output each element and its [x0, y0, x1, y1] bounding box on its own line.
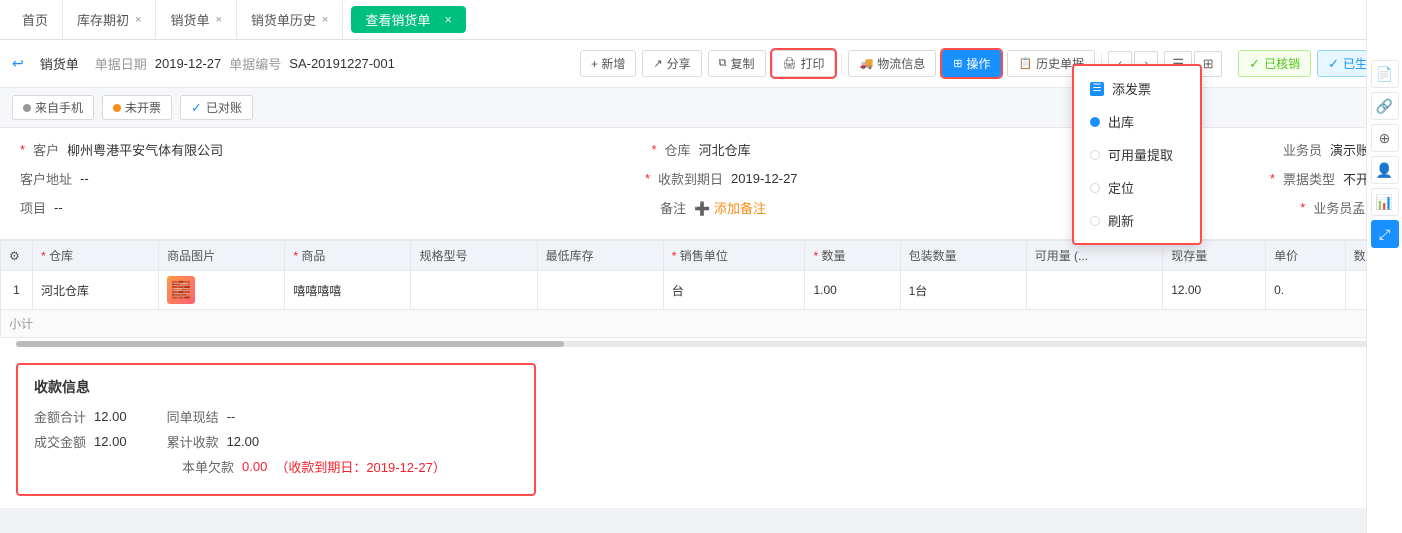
- copy-button[interactable]: ⧉ 复制: [708, 50, 766, 77]
- available-dot: [1090, 150, 1100, 160]
- right-btn-5[interactable]: 📊: [1371, 188, 1399, 216]
- logistics-button[interactable]: 🚚 物流信息: [848, 50, 936, 77]
- col-stock: 现存量: [1163, 241, 1266, 271]
- note-field: 备注 ➕ 添加备注: [660, 198, 1300, 217]
- doc-meta: 单据日期 2019-12-27 单据编号 SA-20191227-001: [95, 54, 395, 73]
- voided-status-btn[interactable]: ✓ 已核销: [1238, 50, 1311, 77]
- dropdown-locate[interactable]: 定位: [1074, 171, 1200, 204]
- warehouse-dot: [1090, 117, 1100, 127]
- add-note-btn[interactable]: ➕ 添加备注: [694, 198, 766, 217]
- row-price: 0.: [1266, 271, 1346, 310]
- row-product: 嘻嘻嘻嘻: [285, 271, 411, 310]
- close-sales-tab[interactable]: ×: [215, 14, 221, 26]
- row-unit: 台: [663, 271, 805, 310]
- row-warehouse: 河北仓库: [33, 271, 159, 310]
- horizontal-scrollbar[interactable]: [16, 341, 1386, 347]
- right-panel: 📄 🔗 ⊕ 👤 📊 ⤢: [1366, 0, 1402, 533]
- toolbar-actions: + 新增 ↗ 分享 ⧉ 复制 🖨 打印 🚚 物流信息 ⊞ 操作 📋 历史单据: [580, 50, 1390, 77]
- address-field: 客户地址 --: [20, 169, 645, 188]
- row-min-stock: [537, 271, 663, 310]
- col-min-stock: 最低库存: [537, 241, 663, 271]
- settings-col-header[interactable]: ⚙: [1, 241, 33, 271]
- scrollbar-container: [0, 338, 1402, 351]
- row-num: 1: [1, 271, 33, 310]
- share-button[interactable]: ↗ 分享: [642, 50, 701, 77]
- col-unit: * 销售单位: [663, 241, 805, 271]
- dropdown-add-invoice[interactable]: ☰ 添发票: [1074, 72, 1200, 105]
- subtotal-row: 小计: [1, 310, 1402, 338]
- operation-button[interactable]: ⊞ 操作: [942, 50, 1001, 77]
- amount-total-item: 金额合计 12.00: [34, 407, 127, 426]
- col-warehouse: * 仓库: [33, 241, 159, 271]
- doc-type-label: 销货单: [40, 54, 79, 73]
- col-product: * 商品: [285, 241, 411, 271]
- receipt-row-1: 金额合计 12.00 同单现结 --: [34, 407, 518, 426]
- row-available: [1026, 271, 1162, 310]
- tab-sales-history[interactable]: 销货单历史 ×: [237, 0, 343, 40]
- doc-icon: ↩: [12, 55, 24, 72]
- product-image: 🧱: [167, 276, 195, 304]
- col-pack-qty: 包装数量: [900, 241, 1026, 271]
- project-field: 项目 --: [20, 198, 660, 217]
- locate-dot: [1090, 183, 1100, 193]
- tab-sales[interactable]: 销货单 ×: [156, 0, 236, 40]
- refresh-dot: [1090, 216, 1100, 226]
- close-inventory-tab[interactable]: ×: [135, 14, 141, 26]
- invoice-icon: ☰: [1090, 82, 1104, 96]
- from-mobile-btn[interactable]: 来自手机: [12, 95, 94, 120]
- transaction-item: 成交金额 12.00: [34, 432, 127, 451]
- tab-bar: 首页 库存期初 × 销货单 × 销货单历史 × 查看销货单 × ×: [0, 0, 1402, 40]
- row-img: 🧱: [159, 271, 285, 310]
- new-button[interactable]: + 新增: [580, 50, 636, 77]
- close-view-tab[interactable]: ×: [444, 12, 452, 27]
- scrollbar-thumb: [16, 341, 564, 347]
- tab-view-sales[interactable]: 查看销货单 ×: [351, 6, 466, 33]
- customer-field: * 客户 柳州粤港平安气体有限公司: [20, 140, 651, 159]
- not-open-btn[interactable]: 未开票: [102, 95, 172, 120]
- close-history-tab[interactable]: ×: [322, 14, 328, 26]
- mobile-dot: [23, 104, 31, 112]
- row-qty: 1.00: [805, 271, 900, 310]
- data-table: ⚙ * 仓库 商品图片 * 商品 规格型号 最低库存 * 销售单位 * 数量 包…: [0, 240, 1402, 338]
- right-btn-4[interactable]: 👤: [1371, 156, 1399, 184]
- row-spec: [411, 271, 537, 310]
- col-qty: * 数量: [805, 241, 900, 271]
- print-button[interactable]: 🖨 打印: [772, 50, 836, 77]
- right-btn-2[interactable]: 🔗: [1371, 92, 1399, 120]
- same-settlement-item: 同单现结 --: [167, 407, 236, 426]
- cumulative-item: 累计收款 12.00: [167, 432, 260, 451]
- dropdown-available-qty[interactable]: 可用量提取: [1074, 138, 1200, 171]
- document-title-area: ↩ 销货单 单据日期 2019-12-27 单据编号 SA-20191227-0…: [12, 54, 572, 73]
- tab-home[interactable]: 首页: [8, 0, 63, 40]
- receipt-row-3: 本单欠款 0.00 （收款到期日：2019-12-27）: [34, 457, 518, 476]
- operation-dropdown: ☰ 添发票 出库 可用量提取 定位 刷新: [1072, 64, 1202, 245]
- dropdown-refresh[interactable]: 刷新: [1074, 204, 1200, 237]
- subtotal-label: 小计: [1, 310, 1402, 338]
- receipt-row-2: 成交金额 12.00 累计收款 12.00: [34, 432, 518, 451]
- tab-inventory[interactable]: 库存期初 ×: [63, 0, 156, 40]
- right-btn-1[interactable]: 📄: [1371, 60, 1399, 88]
- due-item: 本单欠款 0.00 （收款到期日：2019-12-27）: [182, 457, 446, 476]
- row-stock: 12.00: [1163, 271, 1266, 310]
- receipt-title: 收款信息: [34, 377, 518, 397]
- ticket-dot: [113, 104, 121, 112]
- table-area: ⚙ * 仓库 商品图片 * 商品 规格型号 最低库存 * 销售单位 * 数量 包…: [0, 240, 1402, 351]
- table-row: 1 河北仓库 🧱 嘻嘻嘻嘻 台 1.00 1台 12.00 0.: [1, 271, 1402, 310]
- check-icon: ✓: [191, 100, 202, 116]
- verify-btn[interactable]: ✓ 已对账: [180, 95, 253, 120]
- col-img: 商品图片: [159, 241, 285, 271]
- divider: [841, 54, 842, 74]
- col-spec: 规格型号: [411, 241, 537, 271]
- right-btn-expand[interactable]: ⤢: [1371, 220, 1399, 248]
- right-btn-3[interactable]: ⊕: [1371, 124, 1399, 152]
- receipt-info-box: 收款信息 金额合计 12.00 同单现结 -- 成交金额 12.00 累计收款 …: [16, 363, 536, 496]
- dropdown-warehouse-out[interactable]: 出库: [1074, 105, 1200, 138]
- row-pack-qty: 1台: [900, 271, 1026, 310]
- col-available: 可用量 (...: [1026, 241, 1162, 271]
- col-price: 单价: [1266, 241, 1346, 271]
- bottom-area: 收款信息 金额合计 12.00 同单现结 -- 成交金额 12.00 累计收款 …: [0, 351, 1402, 508]
